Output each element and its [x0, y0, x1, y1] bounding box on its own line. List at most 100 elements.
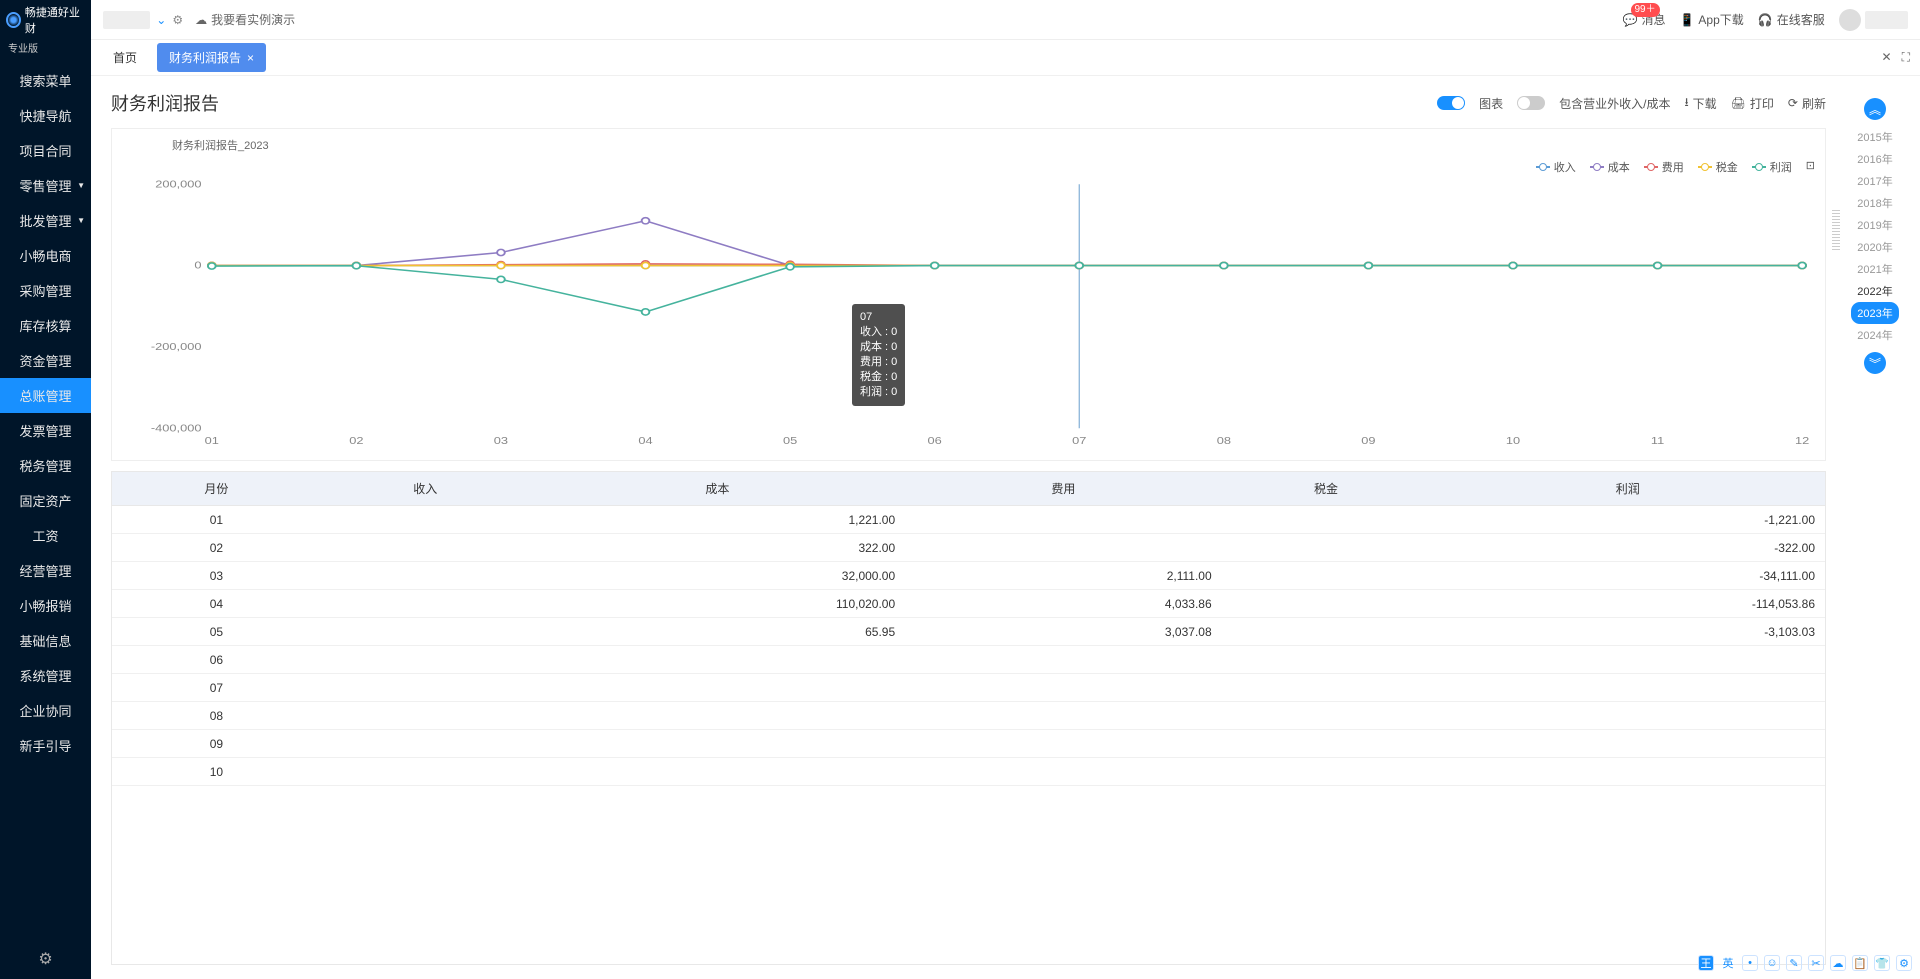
col-成本: 成本	[530, 472, 906, 506]
cloud-icon: ☁	[195, 13, 207, 27]
messages-button[interactable]: 💬 消息 99＋	[1623, 11, 1666, 28]
sidebar-item-7[interactable]: 库存核算	[0, 308, 91, 343]
table-row[interactable]: 0332,000.002,111.00-34,111.00	[112, 562, 1825, 590]
table-row[interactable]: 08	[112, 702, 1825, 730]
sidebar-item-10[interactable]: 发票管理	[0, 413, 91, 448]
sidebar-item-2[interactable]: 项目合同	[0, 133, 91, 168]
sidebar-item-14[interactable]: 经营管理	[0, 553, 91, 588]
legend-zoom-icon[interactable]: ⊡	[1806, 159, 1815, 175]
tab-home[interactable]: 首页	[101, 43, 149, 72]
legend-成本[interactable]: .lg-mark::after{border-color:inherit}成本	[1590, 159, 1630, 175]
extra-toggle[interactable]	[1517, 96, 1545, 110]
sidebar-item-15[interactable]: 小畅报销	[0, 588, 91, 623]
year-2023年[interactable]: 2023年	[1851, 302, 1898, 324]
table-row[interactable]: 04110,020.004,033.86-114,053.86	[112, 590, 1825, 618]
fullscreen-icon[interactable]: ⛶	[1902, 50, 1910, 65]
sidebar-item-3[interactable]: 零售管理▼	[0, 168, 91, 203]
sidebar-item-6[interactable]: 采购管理	[0, 273, 91, 308]
org-selector[interactable]: □ ⌄ ⚙	[103, 11, 183, 29]
ime-gear-icon[interactable]: ⚙	[1896, 955, 1912, 971]
sidebar-item-8[interactable]: 资金管理	[0, 343, 91, 378]
ime-user-icon[interactable]: 👕	[1874, 955, 1890, 971]
support-button[interactable]: 🎧 在线客服	[1758, 11, 1825, 28]
year-2021年[interactable]: 2021年	[1851, 258, 1898, 280]
print-button[interactable]: 🖨 打印	[1731, 95, 1774, 112]
table-row[interactable]: 011,221.00-1,221.00	[112, 506, 1825, 534]
headset-icon: 🎧	[1758, 13, 1773, 27]
table-row[interactable]: 02322.00-322.00	[112, 534, 1825, 562]
sidebar-item-18[interactable]: 企业协同	[0, 693, 91, 728]
year-2022年[interactable]: 2022年	[1851, 280, 1898, 302]
logo-icon	[6, 12, 21, 28]
table-row[interactable]: 07	[112, 674, 1825, 702]
demo-link[interactable]: ☁ 我要看实例演示	[195, 11, 295, 28]
app-download-button[interactable]: 📱 App下载	[1679, 11, 1743, 28]
user-name: □	[1865, 11, 1908, 29]
legend-税金[interactable]: .lg-mark::after{border-color:inherit}税金	[1698, 159, 1738, 175]
svg-text:07: 07	[1072, 435, 1086, 447]
table-row[interactable]: 0565.953,037.08-3,103.03	[112, 618, 1825, 646]
close-all-icon[interactable]: ✕	[1882, 50, 1892, 65]
legend-费用[interactable]: .lg-mark::after{border-color:inherit}费用	[1644, 159, 1684, 175]
col-收入: 收入	[321, 472, 530, 506]
legend-收入[interactable]: .lg-mark::after{border-color:inherit}收入	[1536, 159, 1576, 175]
chevron-down-icon: ▼	[77, 216, 85, 225]
ime-scissors-icon[interactable]: ✂	[1808, 955, 1824, 971]
year-up-icon[interactable]: ︽	[1864, 98, 1886, 120]
year-2019年[interactable]: 2019年	[1851, 214, 1898, 236]
table-row[interactable]: 06	[112, 646, 1825, 674]
brand-logo[interactable]: 畅捷通好业财	[0, 0, 91, 40]
ime-dot-icon[interactable]: •	[1742, 955, 1758, 971]
sidebar-item-16[interactable]: 基础信息	[0, 623, 91, 658]
ime-pin-icon[interactable]: 📋	[1852, 955, 1868, 971]
close-icon[interactable]: ×	[247, 51, 254, 65]
sidebar-item-0[interactable]: 搜索菜单	[0, 63, 91, 98]
settings-gear-icon[interactable]: ⚙	[0, 939, 91, 979]
table-row[interactable]: 10	[112, 758, 1825, 786]
year-2015年[interactable]: 2015年	[1851, 126, 1898, 148]
gear-icon[interactable]: ⚙	[172, 13, 183, 27]
profit-chart[interactable]: 200,0000-200,000-400,0000102030405060708…	[122, 179, 1815, 449]
legend-利润[interactable]: .lg-mark::after{border-color:inherit}利润	[1752, 159, 1792, 175]
page-title: 财务利润报告	[111, 90, 219, 116]
tab-bar: 首页 财务利润报告 × ✕ ⛶	[91, 40, 1920, 76]
sidebar-item-5[interactable]: 小畅电商	[0, 238, 91, 273]
refresh-button[interactable]: ⟳ 刷新	[1788, 95, 1826, 112]
tooltip-month: 07	[860, 310, 897, 325]
chart-toggle[interactable]	[1437, 96, 1465, 110]
ime-edit-icon[interactable]: ✎	[1786, 955, 1802, 971]
ime-cloud-icon[interactable]: ☁	[1830, 955, 1846, 971]
sidebar-item-19[interactable]: 新手引导	[0, 728, 91, 763]
year-down-icon[interactable]: ︾	[1864, 352, 1886, 374]
sidebar-item-11[interactable]: 税务管理	[0, 448, 91, 483]
download-button[interactable]: ⭳ 下载	[1684, 93, 1716, 114]
year-2020年[interactable]: 2020年	[1851, 236, 1898, 258]
tooltip-cost: 成本 : 0	[860, 340, 897, 355]
sidebar-item-12[interactable]: 固定资产	[0, 483, 91, 518]
year-2024年[interactable]: 2024年	[1851, 324, 1898, 346]
sidebar-item-13[interactable]: 工资	[0, 518, 91, 553]
svg-text:04: 04	[638, 435, 653, 447]
sidebar-item-4[interactable]: 批发管理▼	[0, 203, 91, 238]
col-利润: 利润	[1430, 472, 1825, 506]
sidebar-item-17[interactable]: 系统管理	[0, 658, 91, 693]
table-row[interactable]: 09	[112, 730, 1825, 758]
drag-handle[interactable]	[1832, 210, 1840, 250]
topbar: □ ⌄ ⚙ ☁ 我要看实例演示 💬 消息 99＋ 📱 App下载	[91, 0, 1920, 40]
user-menu[interactable]: □	[1839, 9, 1908, 31]
year-2018年[interactable]: 2018年	[1851, 192, 1898, 214]
tab-profit-report[interactable]: 财务利润报告 ×	[157, 43, 266, 72]
tooltip-profit: 利润 : 0	[860, 385, 897, 400]
app-download-label: App下载	[1698, 11, 1743, 28]
chart-tooltip: 07 收入 : 0 成本 : 0 费用 : 0 税金 : 0 利润 : 0	[852, 304, 905, 406]
year-2017年[interactable]: 2017年	[1851, 170, 1898, 192]
ime-toolbar[interactable]: 王 英 • ☺ ✎ ✂ ☁ 📋 👕 ⚙	[1698, 955, 1912, 971]
sidebar-item-1[interactable]: 快捷导航	[0, 98, 91, 133]
year-2016年[interactable]: 2016年	[1851, 148, 1898, 170]
ime-icon[interactable]: 王	[1698, 955, 1714, 971]
ime-lang[interactable]: 英	[1720, 955, 1736, 971]
sidebar-item-9[interactable]: 总账管理	[0, 378, 91, 413]
col-税金: 税金	[1222, 472, 1431, 506]
brand-name: 畅捷通好业财	[25, 4, 85, 36]
ime-emoji-icon[interactable]: ☺	[1764, 955, 1780, 971]
